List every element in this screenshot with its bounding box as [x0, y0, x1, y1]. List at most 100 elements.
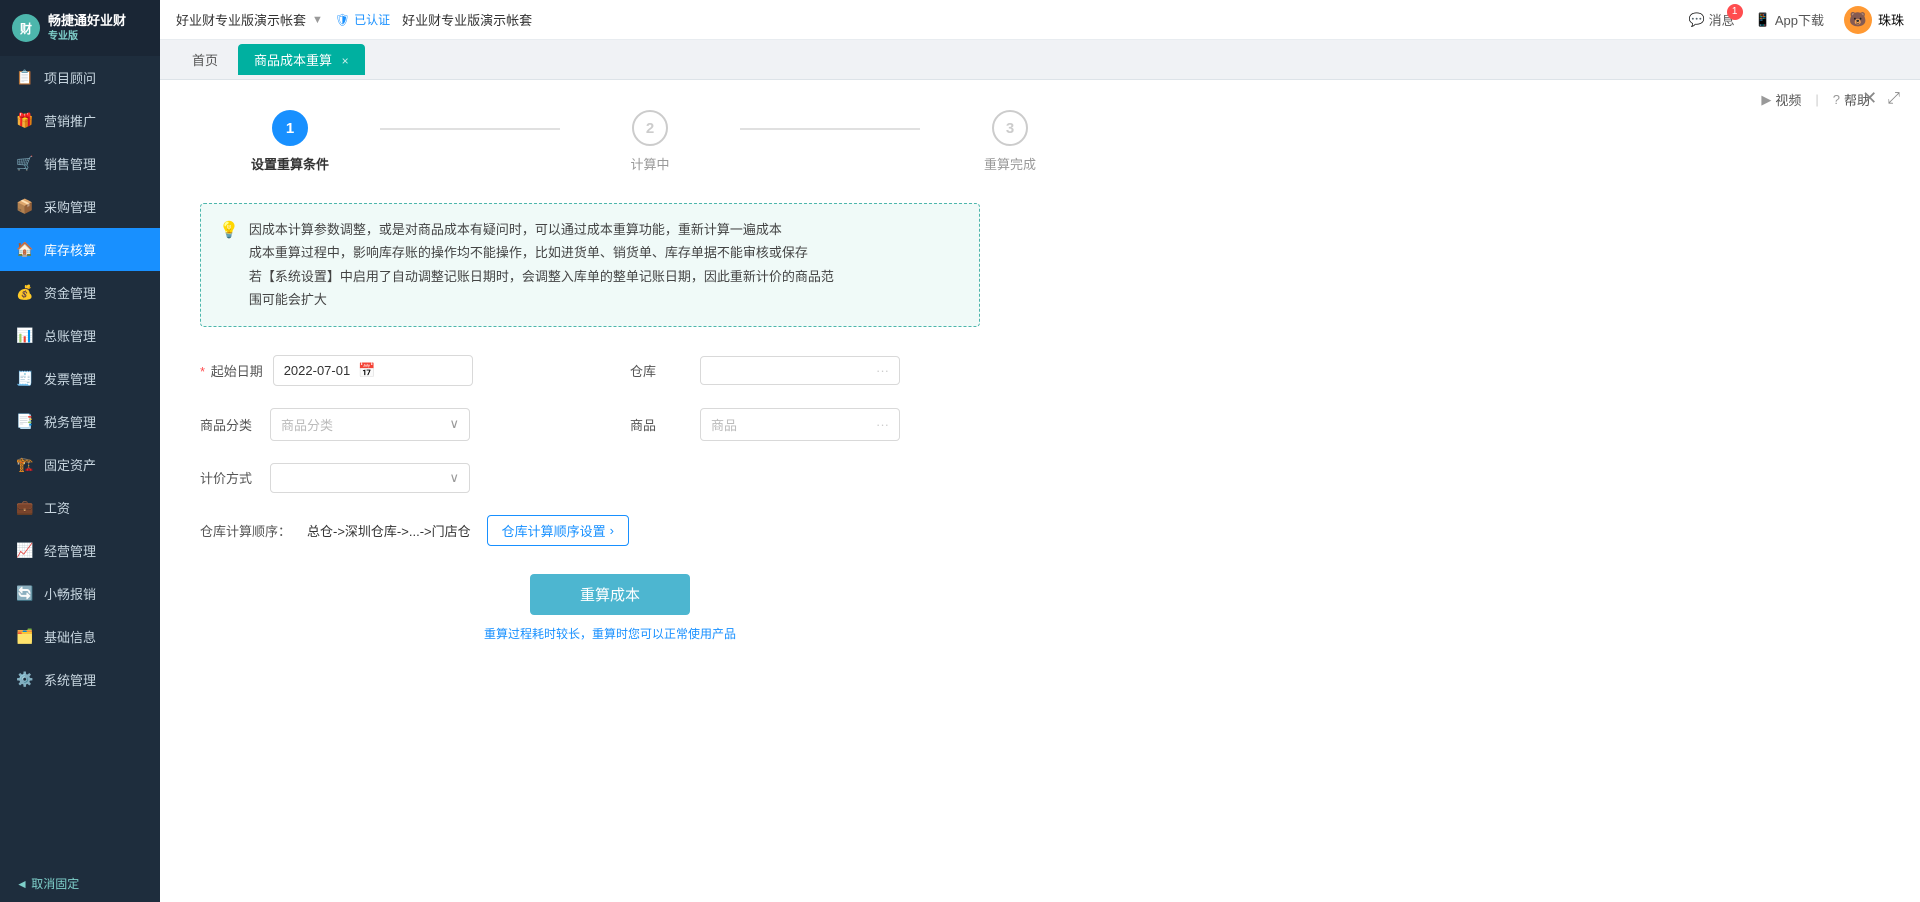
sidebar-item-label-basic: 基础信息 — [44, 627, 96, 646]
step-2-circle: 2 — [632, 110, 668, 146]
warehouse-order-settings-button[interactable]: 仓库计算顺序设置 › — [487, 515, 629, 546]
info-line-3: 若【系统设置】中启用了自动调整记账日期时，会调整入库单的整单记账日期，因此重新计… — [249, 265, 834, 288]
question-icon: ? — [1833, 92, 1840, 107]
sidebar-item-salary[interactable]: 💼 工资 — [0, 486, 160, 529]
info-line-4: 围可能会扩大 — [249, 288, 834, 311]
step-3-label: 重算完成 — [984, 154, 1036, 173]
step-1-num: 1 — [286, 120, 294, 137]
sidebar-item-expense[interactable]: 🔄 小畅报销 — [0, 572, 160, 615]
info-box: 💡 因成本计算参数调整，或是对商品成本有疑问时，可以通过成本重算功能，重新计算一… — [200, 203, 980, 327]
play-icon: ▶ — [1761, 92, 1771, 108]
form-row-3: 计价方式 ∨ — [200, 463, 1020, 493]
sidebar-item-sales[interactable]: 🛒 销售管理 — [0, 142, 160, 185]
tab-home[interactable]: 首页 — [176, 44, 234, 75]
account-chevron-icon: ▼ — [312, 14, 323, 26]
system-icon: ⚙️ — [16, 671, 34, 689]
sidebar-item-marketing[interactable]: 🎁 营销推广 — [0, 99, 160, 142]
assets-icon: 🏗️ — [16, 456, 34, 474]
warehouse-order-row: 仓库计算顺序： 总仓->深圳仓库->...->门店仓 仓库计算顺序设置 › — [200, 515, 1020, 546]
message-badge: 1 — [1727, 4, 1743, 20]
logo-sub-text: 专业版 — [48, 30, 126, 43]
sidebar-item-basic[interactable]: 🗂️ 基础信息 — [0, 615, 160, 658]
sidebar-item-finance[interactable]: 💰 资金管理 — [0, 271, 160, 314]
user-avatar[interactable]: 🐻 珠珠 — [1844, 6, 1904, 34]
pricing-select[interactable]: ∨ — [270, 463, 470, 493]
sidebar-item-inventory[interactable]: 🏠 库存核算 — [0, 228, 160, 271]
sidebar-item-label-system: 系统管理 — [44, 670, 96, 689]
message-icon: 💬 — [1688, 12, 1704, 28]
sidebar-item-tax[interactable]: 📑 税务管理 — [0, 400, 160, 443]
start-date-input[interactable]: 2022-07-01 📅 — [273, 355, 473, 386]
management-icon: 📈 — [16, 542, 34, 560]
tab-cost-recalc[interactable]: 商品成本重算 × — [238, 44, 365, 75]
form-row-2: 商品分类 商品分类 ∨ 商品 商品 ··· — [200, 408, 1020, 441]
form-section: * 起始日期 2022-07-01 📅 仓库 ··· — [200, 355, 1020, 642]
window-controls: ✕ ⤢ — [1862, 88, 1900, 109]
info-icon: 💡 — [219, 220, 239, 312]
recalc-note: 重算过程耗时较长，重算时您可以正常使用产品 — [484, 625, 736, 642]
field-goods: 商品 商品 ··· — [630, 408, 1020, 441]
goods-label: 商品 — [630, 415, 690, 434]
avatar-image: 🐻 — [1844, 6, 1872, 34]
step-3-num: 3 — [1006, 120, 1014, 137]
sidebar-item-label-marketing: 营销推广 — [44, 111, 96, 130]
sidebar-item-invoice[interactable]: 🧾 发票管理 — [0, 357, 160, 400]
sidebar-item-label-invoice: 发票管理 — [44, 369, 96, 388]
expand-icon[interactable]: ⤢ — [1887, 90, 1900, 108]
app-download-button[interactable]: 📱 App下载 — [1755, 10, 1824, 29]
warehouse-order-btn-label: 仓库计算顺序设置 — [502, 521, 606, 540]
close-icon[interactable]: ✕ — [1862, 88, 1877, 109]
warehouse-input[interactable]: ··· — [700, 356, 900, 385]
video-label: 视频 — [1775, 90, 1801, 109]
topbar: 好业财专业版演示帐套 ▼ 🛡 已认证 好业财专业版演示帐套 💬 消息 1 📱 A… — [160, 0, 1920, 40]
phone-icon: 📱 — [1755, 12, 1771, 28]
step-2-label: 计算中 — [630, 154, 669, 173]
goods-input[interactable]: 商品 ··· — [700, 408, 900, 441]
app-download-label: App下载 — [1775, 10, 1824, 29]
sidebar-item-system[interactable]: ⚙️ 系统管理 — [0, 658, 160, 701]
step-1: 1 设置重算条件 — [200, 110, 380, 173]
info-line-1: 因成本计算参数调整，或是对商品成本有疑问时，可以通过成本重算功能，重新计算一遍成… — [249, 218, 834, 241]
pricing-label: 计价方式 — [200, 468, 260, 487]
sidebar-item-label-finance: 资金管理 — [44, 283, 96, 302]
sidebar-pin-toggle[interactable]: ◄ 取消固定 — [0, 865, 160, 902]
message-button[interactable]: 💬 消息 1 — [1688, 10, 1734, 29]
marketing-icon: 🎁 — [16, 112, 34, 130]
chevron-right-icon: › — [610, 523, 614, 538]
inventory-icon: 🏠 — [16, 241, 34, 259]
calendar-icon[interactable]: 📅 — [358, 362, 375, 379]
video-link[interactable]: ▶ 视频 — [1761, 90, 1801, 109]
step-1-label: 设置重算条件 — [251, 154, 329, 173]
goods-placeholder: 商品 — [711, 415, 737, 434]
content-area: ▶ 视频 | ? 帮助 ✕ ⤢ 1 设置重算条件 — [160, 80, 1920, 902]
recalc-button[interactable]: 重算成本 — [530, 574, 690, 615]
topbar-verified-badge: 🛡 已认证 — [335, 11, 390, 28]
sales-icon: 🛒 — [16, 155, 34, 173]
topbar-account[interactable]: 好业财专业版演示帐套 ▼ — [176, 10, 323, 29]
logo-main-text: 畅捷通好业财 — [48, 13, 126, 30]
basic-icon: 🗂️ — [16, 628, 34, 646]
sidebar: 财 畅捷通好业财 专业版 📋 项目顾问 🎁 营销推广 🛒 销售管理 📦 采购管理… — [0, 0, 160, 902]
project-icon: 📋 — [16, 69, 34, 87]
step-1-circle: 1 — [272, 110, 308, 146]
info-box-text: 因成本计算参数调整，或是对商品成本有疑问时，可以通过成本重算功能，重新计算一遍成… — [249, 218, 834, 312]
sidebar-item-label-inventory: 库存核算 — [44, 240, 96, 259]
category-select[interactable]: 商品分类 ∨ — [270, 408, 470, 441]
recalc-section: 重算成本 重算过程耗时较长，重算时您可以正常使用产品 — [200, 574, 1020, 642]
step-2: 2 计算中 — [560, 110, 740, 173]
expense-icon: 🔄 — [16, 585, 34, 603]
stepper: 1 设置重算条件 2 计算中 3 重算完成 — [200, 110, 1100, 173]
sidebar-item-project[interactable]: 📋 项目顾问 — [0, 56, 160, 99]
sidebar-item-accounting[interactable]: 📊 总账管理 — [0, 314, 160, 357]
pin-toggle-label: ◄ 取消固定 — [16, 875, 79, 892]
user-name: 珠珠 — [1878, 10, 1904, 29]
sidebar-item-management[interactable]: 📈 经营管理 — [0, 529, 160, 572]
step-3-circle: 3 — [992, 110, 1028, 146]
topbar-right-actions: 💬 消息 1 📱 App下载 🐻 珠珠 — [1688, 6, 1904, 34]
sidebar-item-purchase[interactable]: 📦 采购管理 — [0, 185, 160, 228]
purchase-icon: 📦 — [16, 198, 34, 216]
tab-close-icon[interactable]: × — [342, 54, 349, 68]
page-action-bar: ▶ 视频 | ? 帮助 — [1761, 90, 1870, 109]
sidebar-item-assets[interactable]: 🏗️ 固定资产 — [0, 443, 160, 486]
step-line-2 — [740, 128, 920, 130]
